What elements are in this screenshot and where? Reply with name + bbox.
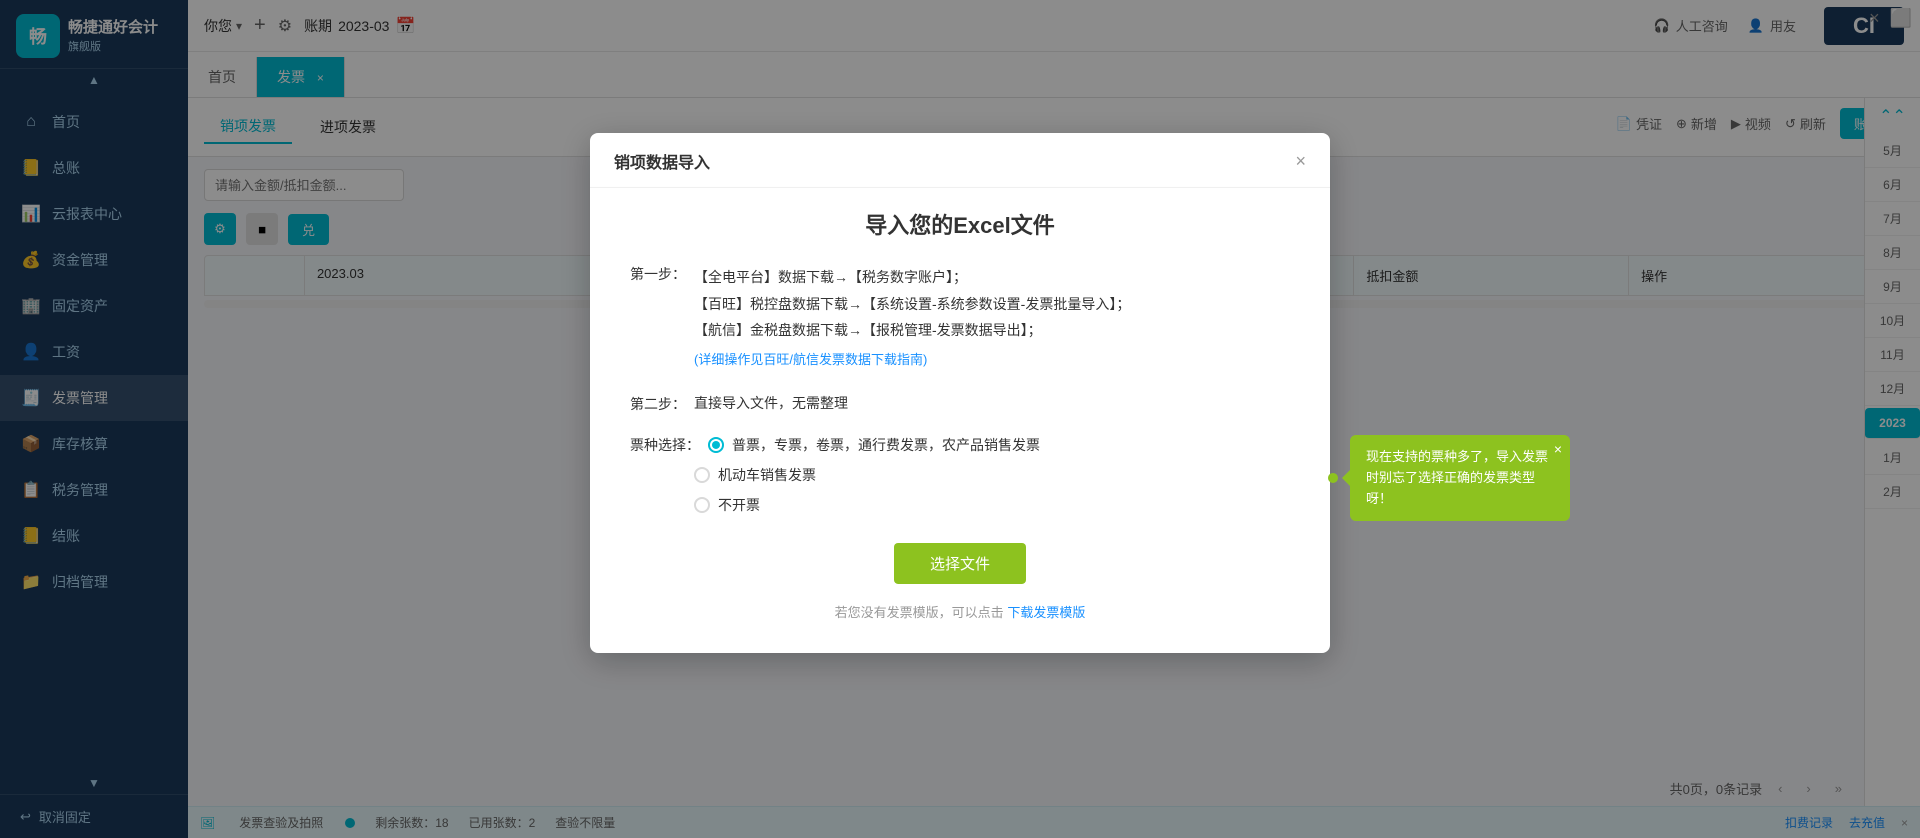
modal-body: 导入您的Excel文件 第一步： 【全电平台】数据下载→【税务数字账户】； 【百… xyxy=(590,188,1330,621)
step2-content: 直接导入文件，无需整理 xyxy=(694,390,848,417)
step1-line3: 【航信】金税盘数据下载→【报税管理-发票数据导出】； xyxy=(694,317,1130,344)
modal-header: 销项数据导入 × xyxy=(590,133,1330,188)
ticket-option-0-label: 普票，专票，卷票，通行费发票，农产品销售发票 xyxy=(732,435,1040,455)
step1-line2: 【百旺】税控盘数据下载→【系统设置-系统参数设置-发票批量导入】； xyxy=(694,291,1130,318)
radio-circle-0 xyxy=(708,437,724,453)
download-template-link[interactable]: 下载发票模版 xyxy=(1007,605,1085,620)
step2-label: 第二步： xyxy=(630,394,686,414)
import-modal: 销项数据导入 × 导入您的Excel文件 第一步： 【全电平台】数据下载→【税务… xyxy=(590,133,1330,653)
tooltip-close-button[interactable]: × xyxy=(1554,441,1562,457)
select-file-button[interactable]: 选择文件 xyxy=(894,543,1026,584)
modal-close-button[interactable]: × xyxy=(1295,150,1306,171)
step1-content: 【全电平台】数据下载→【税务数字账户】； 【百旺】税控盘数据下载→【系统设置-系… xyxy=(694,264,1130,372)
step1-guide-link[interactable]: (详细操作见百旺/航信发票数据下载指南) xyxy=(694,352,927,367)
step2: 第二步： 直接导入文件，无需整理 xyxy=(630,390,1290,417)
step1: 第一步： 【全电平台】数据下载→【税务数字账户】； 【百旺】税控盘数据下载→【系… xyxy=(630,264,1290,372)
modal-title: 销项数据导入 xyxy=(614,149,710,173)
radio-circle-2 xyxy=(694,497,710,513)
step1-label: 第一步： xyxy=(630,264,686,372)
modal-footer: 若您没有发票模版，可以点击 下载发票模版 xyxy=(630,602,1290,621)
tooltip-text: 现在支持的票种多了，导入发票时别忘了选择正确的发票类型呀！ xyxy=(1366,449,1548,506)
ticket-select: 票种选择： 普票，专票，卷票，通行费发票，农产品销售发票 机动车销售发票 不开票 xyxy=(630,435,1290,515)
ticket-option-1[interactable]: 机动车销售发票 xyxy=(694,465,1290,485)
ticket-label: 票种选择： xyxy=(630,435,700,455)
ticket-option-0[interactable]: 普票，专票，卷票，通行费发票，农产品销售发票 xyxy=(708,435,1040,455)
ticket-option-2-label: 不开票 xyxy=(718,495,760,515)
radio-dot-0 xyxy=(712,441,720,449)
modal-main-title: 导入您的Excel文件 xyxy=(630,208,1290,240)
radio-group: 机动车销售发票 不开票 xyxy=(694,465,1290,515)
select-file-label: 选择文件 xyxy=(930,556,990,573)
step1-line1: 【全电平台】数据下载→【税务数字账户】； xyxy=(694,264,1130,291)
radio-circle-1 xyxy=(694,467,710,483)
tooltip-bubble: × 现在支持的票种多了，导入发票时别忘了选择正确的发票类型呀！ xyxy=(1350,435,1570,521)
tooltip-dot xyxy=(1328,473,1338,483)
modal-footer-text: 若您没有发票模版，可以点击 xyxy=(835,605,1004,620)
ticket-option-1-label: 机动车销售发票 xyxy=(718,465,816,485)
ticket-select-title: 票种选择： 普票，专票，卷票，通行费发票，农产品销售发票 xyxy=(630,435,1290,455)
ticket-option-2[interactable]: 不开票 xyxy=(694,495,1290,515)
